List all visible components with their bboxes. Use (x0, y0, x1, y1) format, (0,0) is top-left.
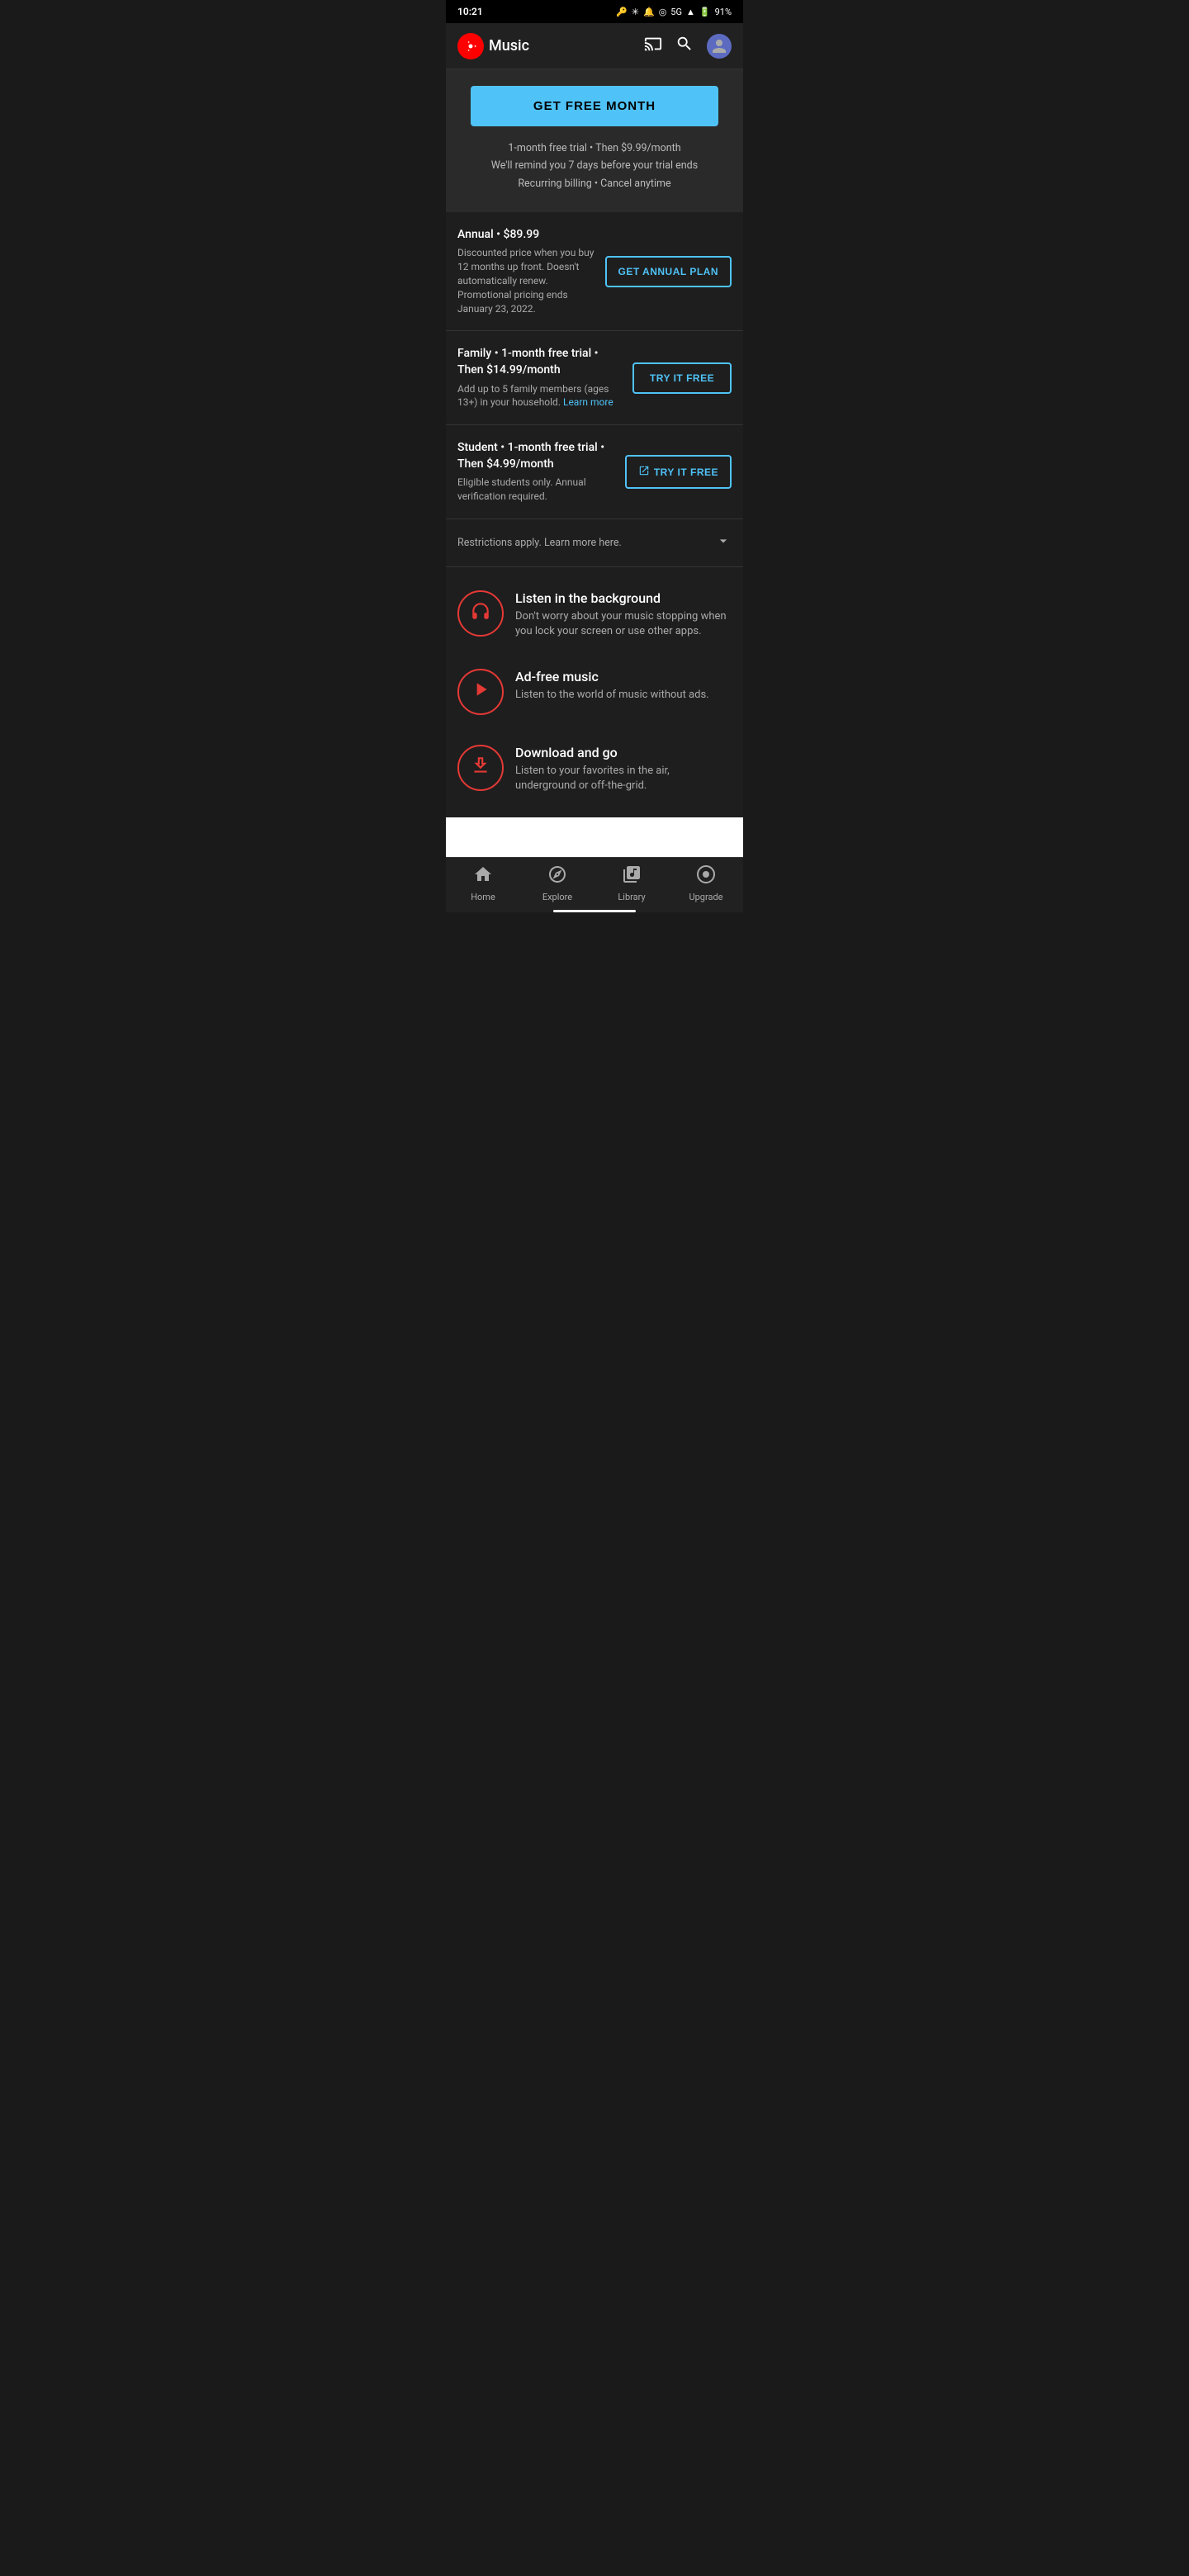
annual-plan-row: Annual • $89.99 Discounted price when yo… (446, 212, 743, 332)
get-annual-plan-button[interactable]: GET ANNUAL PLAN (605, 256, 732, 287)
download-icon-wrap (457, 745, 504, 791)
status-icons: 🔑 ✳ 🔔 ◎ 5G ▲ 🔋 91% (616, 7, 732, 17)
background-listen-text: Listen in the background Don't worry abo… (515, 590, 732, 639)
download-desc: Listen to your favorites in the air, und… (515, 764, 732, 793)
download-title: Download and go (515, 745, 732, 760)
annual-plan-info: Annual • $89.99 Discounted price when yo… (457, 227, 605, 316)
white-spacer (446, 817, 743, 857)
cast-icon[interactable] (644, 35, 662, 57)
download-icon (470, 755, 491, 781)
library-icon (622, 864, 642, 889)
nav-home-indicator (553, 910, 636, 912)
nav-home[interactable]: Home (446, 864, 520, 902)
mute-icon: 🔔 (643, 7, 655, 17)
hero-section: GET FREE MONTH 1-month free trial • Then… (446, 69, 743, 212)
adfree-feature: Ad-free music Listen to the world of mus… (446, 654, 743, 730)
bottom-nav: Home Explore Library Upgrade (446, 857, 743, 912)
explore-icon (547, 864, 567, 889)
upgrade-label: Upgrade (689, 892, 722, 902)
trial-line-2: We'll remind you 7 days before your tria… (459, 157, 730, 174)
student-plan-desc: Eligible students only. Annual verificat… (457, 476, 617, 504)
trial-info: 1-month free trial • Then $9.99/month We… (459, 140, 730, 192)
student-plan-title: Student • 1-month free trial • Then $4.9… (457, 440, 617, 472)
student-try-free-button[interactable]: TRY IT FREE (625, 455, 732, 489)
annual-plan-desc: Discounted price when you buy 12 months … (457, 246, 597, 315)
family-plan-title: Family • 1-month free trial • Then $14.9… (457, 346, 624, 378)
nav-upgrade[interactable]: Upgrade (669, 864, 743, 902)
nav-library[interactable]: Library (594, 864, 669, 902)
nav-explore[interactable]: Explore (520, 864, 594, 902)
location-icon: ◎ (659, 7, 667, 17)
signal-icon: ▲ (686, 7, 695, 17)
youtube-music-logo (457, 33, 484, 59)
adfree-desc: Listen to the world of music without ads… (515, 688, 732, 703)
restrictions-text: Restrictions apply. Learn more here. (457, 537, 622, 549)
explore-label: Explore (542, 892, 572, 902)
home-icon (473, 864, 493, 889)
key-icon: 🔑 (616, 7, 628, 17)
headphone-icon (470, 600, 491, 627)
student-plan-row: Student • 1-month free trial • Then $4.9… (446, 425, 743, 519)
logo-area: Music (457, 33, 644, 59)
get-free-month-button[interactable]: GET FREE MONTH (471, 86, 718, 126)
bluetooth-icon: ✳ (632, 7, 639, 17)
app-header: Music (446, 23, 743, 69)
home-label: Home (471, 892, 495, 902)
external-link-icon (638, 465, 650, 479)
family-try-free-button[interactable]: TRY IT FREE (632, 362, 732, 394)
trial-line-1: 1-month free trial • Then $9.99/month (459, 140, 730, 157)
header-actions (644, 34, 732, 59)
download-text: Download and go Listen to your favorites… (515, 745, 732, 793)
adfree-title: Ad-free music (515, 669, 732, 684)
battery-level: 91% (715, 7, 732, 17)
user-avatar[interactable] (707, 34, 732, 59)
family-learn-more-link[interactable]: Learn more (563, 396, 613, 408)
background-listen-feature: Listen in the background Don't worry abo… (446, 575, 743, 654)
battery-icon: 🔋 (699, 7, 711, 17)
search-icon[interactable] (675, 35, 694, 57)
download-feature: Download and go Listen to your favorites… (446, 730, 743, 808)
family-plan-info: Family • 1-month free trial • Then $14.9… (457, 346, 632, 410)
trial-line-3: Recurring billing • Cancel anytime (459, 175, 730, 192)
library-label: Library (618, 892, 645, 902)
play-icon (470, 679, 491, 705)
background-listen-title: Listen in the background (515, 590, 732, 606)
status-time: 10:21 (457, 6, 483, 17)
student-plan-info: Student • 1-month free trial • Then $4.9… (457, 440, 625, 504)
background-listen-desc: Don't worry about your music stopping wh… (515, 609, 732, 639)
headphone-icon-wrap (457, 590, 504, 637)
restrictions-row[interactable]: Restrictions apply. Learn more here. (446, 519, 743, 567)
annual-plan-title: Annual • $89.99 (457, 227, 597, 244)
network-label: 5G (670, 7, 682, 17)
adfree-text: Ad-free music Listen to the world of mus… (515, 669, 732, 703)
chevron-down-icon[interactable] (715, 533, 732, 553)
family-plan-desc: Add up to 5 family members (ages 13+) in… (457, 382, 624, 410)
upgrade-icon (696, 864, 716, 889)
app-name: Music (489, 37, 529, 54)
play-icon-wrap (457, 669, 504, 715)
status-bar: 10:21 🔑 ✳ 🔔 ◎ 5G ▲ 🔋 91% (446, 0, 743, 23)
family-plan-row: Family • 1-month free trial • Then $14.9… (446, 331, 743, 425)
features-section: Listen in the background Don't worry abo… (446, 567, 743, 817)
plans-section: Annual • $89.99 Discounted price when yo… (446, 212, 743, 519)
